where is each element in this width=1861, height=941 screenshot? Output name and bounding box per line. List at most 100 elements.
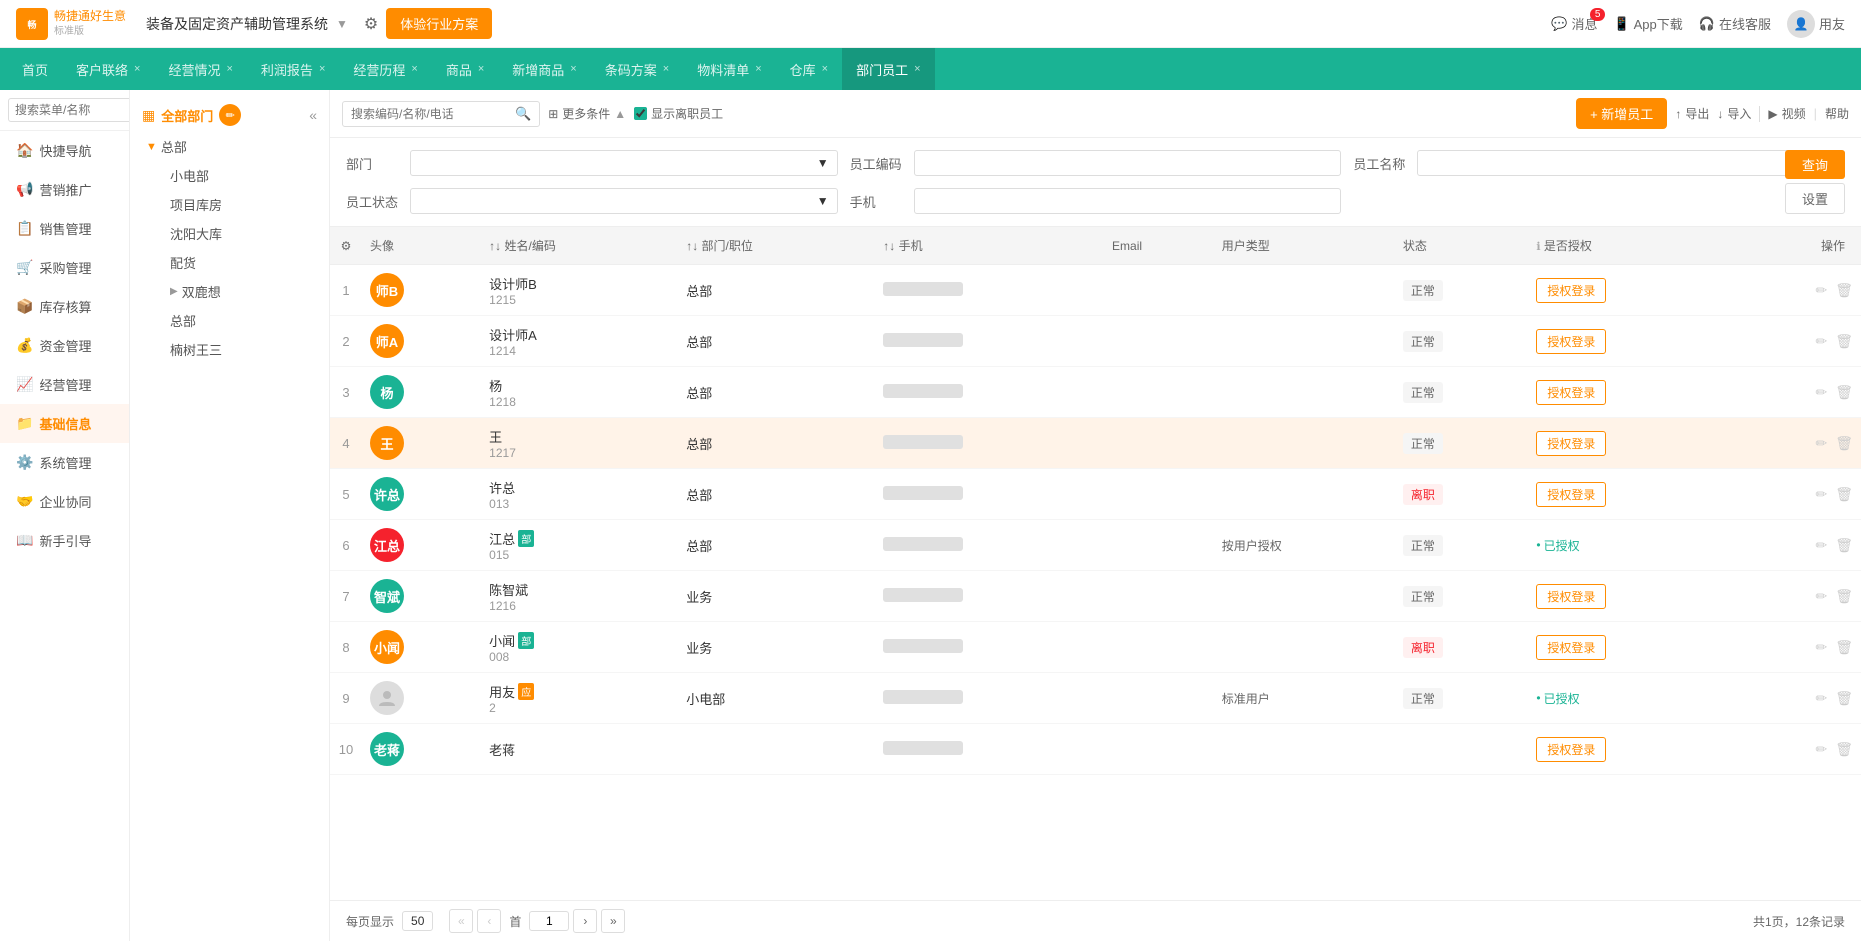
dept-edit-icon[interactable]: ✏ [219,104,241,126]
sidebar-item-operation[interactable]: 📈 经营管理 [0,365,129,404]
search-input[interactable] [351,107,511,121]
edit-icon[interactable]: ✏ [1815,486,1827,503]
delete-icon[interactable]: 🗑 [1835,741,1853,758]
import-button[interactable]: ↓导入 [1717,105,1751,122]
sidebar-item-inventory[interactable]: 📦 库存核算 [0,287,129,326]
nav-tab-profit[interactable]: 利润报告 × [247,48,339,90]
auth-login-button[interactable]: 授权登录 [1536,584,1606,609]
dept-node-shuanglu[interactable]: ▶ 双鹿想 [162,277,329,306]
delete-icon[interactable]: 🗑 [1835,435,1853,452]
nav-tab-customer[interactable]: 客户联络 × [62,48,154,90]
sidebar-item-shortcut[interactable]: 🏠 快捷导航 [0,131,129,170]
dept-node-project[interactable]: 项目库房 [162,190,329,219]
nav-tab-operation[interactable]: 经营情况 × [154,48,246,90]
trial-button[interactable]: 体验行业方案 [386,8,492,39]
sidebar-search-input[interactable] [8,98,130,122]
auth-login-button[interactable]: 授权登录 [1536,431,1606,456]
dropdown-arrow-icon[interactable]: ▼ [336,17,348,31]
nav-tab-warehouse[interactable]: 仓库 × [776,48,842,90]
nav-tab-barcode[interactable]: 条码方案 × [591,48,683,90]
delete-icon[interactable]: 🗑 [1835,588,1853,605]
auth-login-button[interactable]: 授权登录 [1536,380,1606,405]
prev-page-btn[interactable]: ‹ [477,909,501,933]
phone-input[interactable] [914,188,1342,214]
edit-icon[interactable]: ✏ [1815,435,1827,452]
collapse-icon[interactable]: « [309,107,317,123]
col-dept[interactable]: ↑↓ 部门/职位 [678,227,875,265]
nav-tab-home[interactable]: 首页 [8,48,62,90]
col-settings[interactable]: ⚙ [330,227,362,265]
delete-icon[interactable]: 🗑 [1835,384,1853,401]
auth-login-button[interactable]: 授权登录 [1536,635,1606,660]
sidebar-item-finance[interactable]: 💰 资金管理 [0,326,129,365]
nav-tab-bom[interactable]: 物料清单 × [683,48,775,90]
delete-icon[interactable]: 🗑 [1835,486,1853,503]
first-page-btn[interactable]: « [449,909,473,933]
edit-icon[interactable]: ✏ [1815,639,1827,656]
nav-tab-goods[interactable]: 商品 × [432,48,498,90]
nav-tab-history[interactable]: 经营历程 × [339,48,431,90]
messages-btn[interactable]: 💬 消息 5 [1551,14,1597,33]
reset-button[interactable]: 设置 [1785,183,1845,214]
app-download-btn[interactable]: 📱 App下载 [1613,14,1682,33]
sidebar-item-basic-info[interactable]: 📁 基础信息 [0,404,129,443]
last-page-btn[interactable]: » [601,909,625,933]
add-employee-button[interactable]: + 新增员工 [1576,98,1667,129]
delete-icon[interactable]: 🗑 [1835,333,1853,350]
emp-code-input[interactable] [914,150,1342,176]
sidebar-item-guide[interactable]: 📖 新手引导 [0,521,129,560]
delete-icon[interactable]: 🗑 [1835,537,1853,554]
delete-icon[interactable]: 🗑 [1835,639,1853,656]
export-button[interactable]: ↑导出 [1675,105,1709,122]
emp-name-input[interactable] [1417,150,1845,176]
next-page-btn[interactable]: › [573,909,597,933]
sidebar-item-marketing[interactable]: 📢 营销推广 [0,170,129,209]
row-user-type [1214,469,1395,520]
delete-icon[interactable]: 🗑 [1835,690,1853,707]
sidebar-item-system[interactable]: ⚙️ 系统管理 [0,443,129,482]
dept-node-peihuo[interactable]: 配货 [162,248,329,277]
dept-node-xiaodian[interactable]: 小电部 [162,161,329,190]
more-conditions-btn[interactable]: ⊞ 更多条件 ▲ [548,105,626,122]
emp-status-select[interactable]: ▼ [410,188,838,214]
video-button[interactable]: ▶视频 [1768,105,1805,122]
status-badge: 离职 [1403,637,1443,658]
edit-icon[interactable]: ✏ [1815,333,1827,350]
settings-icon[interactable]: ⚙ [364,14,378,34]
auth-login-button[interactable]: 授权登录 [1536,482,1606,507]
delete-icon[interactable]: 🗑 [1835,282,1853,299]
edit-icon[interactable]: ✏ [1815,588,1827,605]
query-button[interactable]: 查询 [1785,150,1845,179]
edit-icon[interactable]: ✏ [1815,741,1827,758]
user-menu[interactable]: 👤 用友 [1787,10,1845,38]
per-page-value[interactable]: 50 [402,911,433,931]
row-ops: ✏ 🗑 [1733,418,1861,469]
dept-node-zongbu-root[interactable]: ▼ 总部 [130,132,329,161]
edit-icon[interactable]: ✏ [1815,384,1827,401]
col-phone[interactable]: ↑↓ 手机 [875,227,1104,265]
col-name[interactable]: ↑↓ 姓名/编码 [481,227,678,265]
nav-tab-dept-employee[interactable]: 部门员工 × [842,48,934,90]
avatar: 王 [370,426,404,460]
page-input[interactable] [529,911,569,931]
auth-login-button[interactable]: 授权登录 [1536,737,1606,762]
dept-node-nanshu[interactable]: 楠树王三 [162,335,329,364]
edit-icon[interactable]: ✏ [1815,282,1827,299]
expand-icon: ▼ [146,141,157,153]
sidebar-item-purchase[interactable]: 🛒 采购管理 [0,248,129,287]
edit-icon[interactable]: ✏ [1815,690,1827,707]
nav-tab-new-goods[interactable]: 新增商品 × [498,48,590,90]
dept-children: 小电部 项目库房 沈阳大库 配货 ▶ 双鹿想 总部 楠树王三 [130,161,329,364]
all-dept-label[interactable]: 全部部门 [161,106,213,125]
help-button[interactable]: 帮助 [1825,105,1849,122]
sidebar-item-sales[interactable]: 📋 销售管理 [0,209,129,248]
auth-login-button[interactable]: 授权登录 [1536,278,1606,303]
dept-node-shenyang[interactable]: 沈阳大库 [162,219,329,248]
dept-node-zongbu[interactable]: 总部 [162,306,329,335]
edit-icon[interactable]: ✏ [1815,537,1827,554]
dept-select[interactable]: ▼ [410,150,838,176]
sidebar-item-collab[interactable]: 🤝 企业协同 [0,482,129,521]
show-resigned-checkbox[interactable] [634,107,647,120]
auth-login-button[interactable]: 授权登录 [1536,329,1606,354]
online-service-btn[interactable]: 🎧 在线客服 [1699,14,1771,33]
